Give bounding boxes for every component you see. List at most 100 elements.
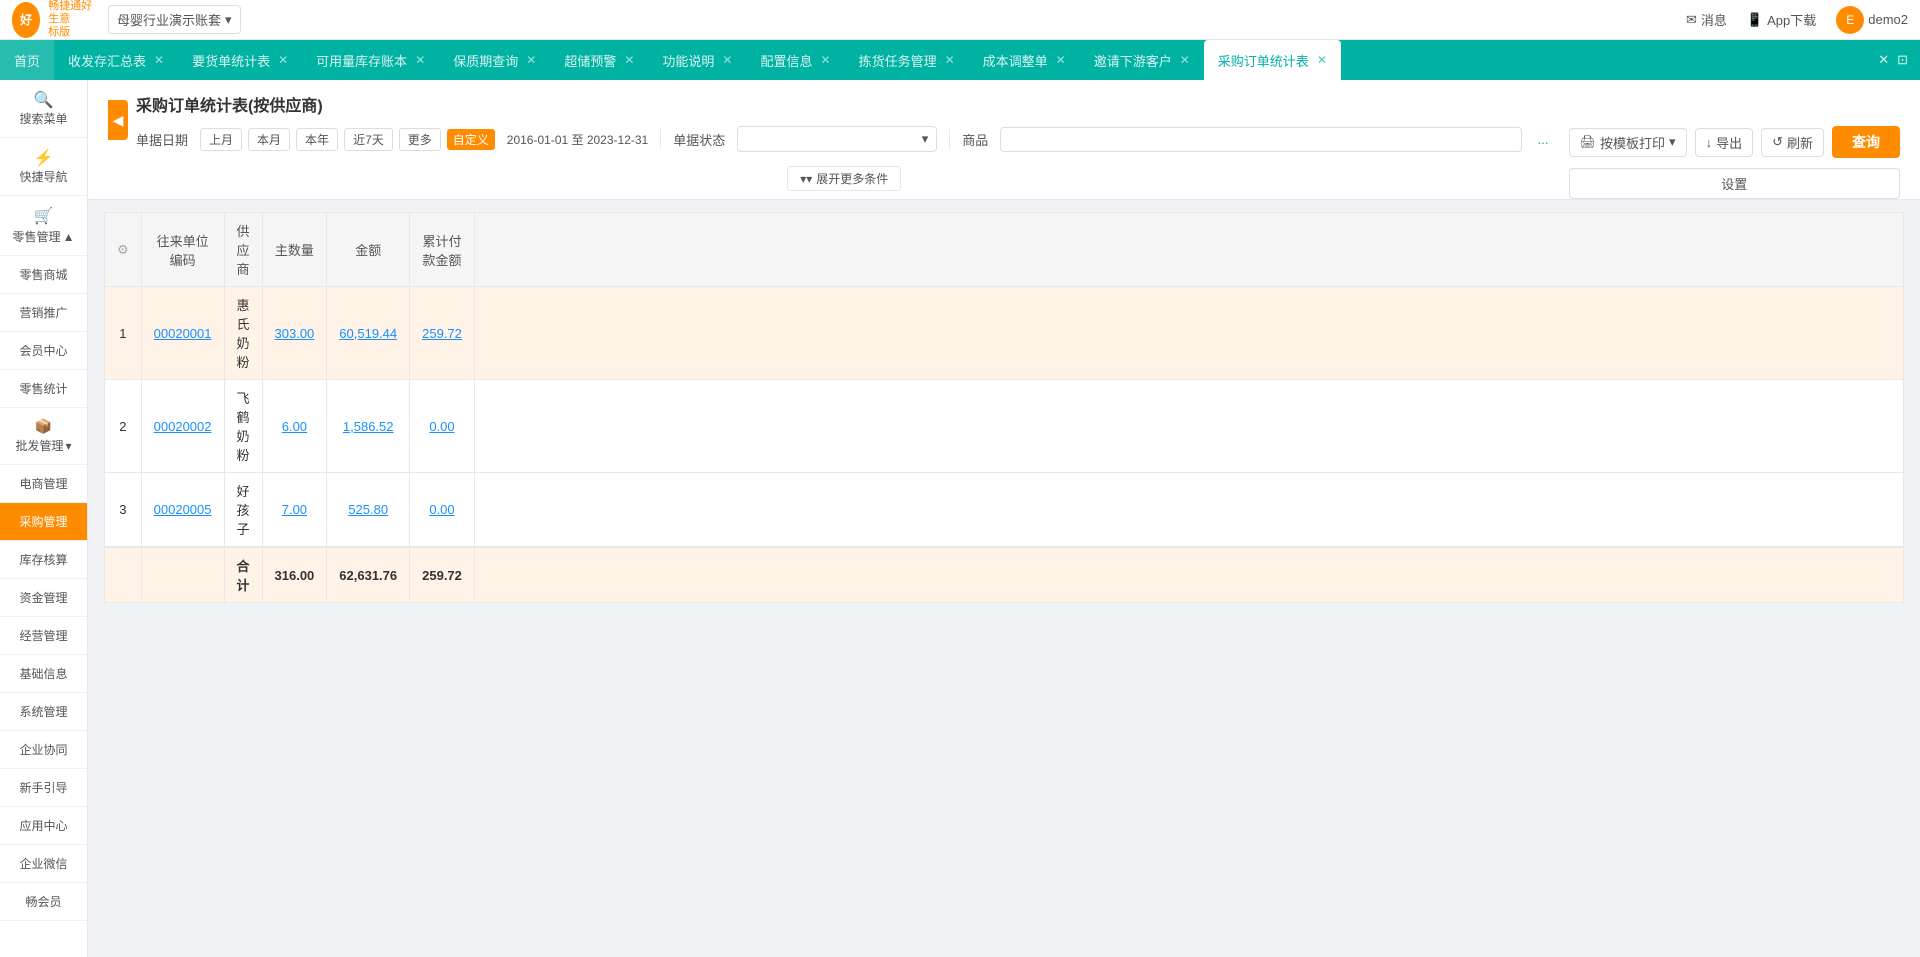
table-col-empty xyxy=(474,213,1903,287)
close-icon[interactable]: ✕ xyxy=(821,53,831,67)
chevron-down-icon: ▾ xyxy=(1669,134,1676,150)
sidebar-item-retail[interactable]: 🛒 零售管理 ▲ xyxy=(0,196,87,256)
sidebar-item-base-info[interactable]: 基础信息 xyxy=(0,655,87,693)
close-icon[interactable]: ✕ xyxy=(415,53,425,67)
row-amount[interactable]: 1,586.52 xyxy=(327,380,410,473)
close-icon[interactable]: ✕ xyxy=(722,53,732,67)
tab-goods-stats[interactable]: 要货单统计表 ✕ xyxy=(178,40,302,80)
row-code[interactable]: 00020005 xyxy=(141,473,224,548)
user-profile[interactable]: E demo2 xyxy=(1836,6,1908,34)
tab-expiry-query[interactable]: 保质期查询 ✕ xyxy=(439,40,550,80)
sidebar-item-search[interactable]: 🔍 搜索菜单 xyxy=(0,80,87,138)
tab-overstock-alert[interactable]: 超储预警 ✕ xyxy=(550,40,648,80)
sidebar-item-member[interactable]: 会员中心 xyxy=(0,332,87,370)
footer-qty: 316.00 xyxy=(262,547,327,603)
page-title: 采购订单统计表(按供应商) xyxy=(136,92,1900,116)
sidebar-item-retail-stats[interactable]: 零售统计 xyxy=(0,370,87,408)
logo-text: 畅捷通好生意 标版 xyxy=(48,0,100,39)
sidebar-item-inventory[interactable]: 库存核算 xyxy=(0,541,87,579)
tab-available-stock[interactable]: 可用量库存账本 ✕ xyxy=(302,40,439,80)
sidebar-item-finance[interactable]: 资金管理 xyxy=(0,579,87,617)
row-amount[interactable]: 525.80 xyxy=(327,473,410,548)
close-all-icon[interactable]: ✕ xyxy=(1878,52,1889,68)
close-icon[interactable]: ✕ xyxy=(624,53,634,67)
row-paid[interactable]: 0.00 xyxy=(410,473,475,548)
chevron-down-icon: ▾ xyxy=(922,131,929,147)
footer-paid: 259.72 xyxy=(410,547,475,603)
export-icon: ↓ xyxy=(1706,135,1713,150)
workspace-selector[interactable]: 母婴行业演示账套 ▾ xyxy=(108,5,241,34)
status-select[interactable]: ▾ xyxy=(737,126,937,152)
logo-area: 好 畅捷通好生意 标版 xyxy=(12,0,100,39)
close-icon[interactable]: ✕ xyxy=(1056,53,1066,67)
sidebar-item-purchase[interactable]: 采购管理 xyxy=(0,503,87,541)
date-btn-more[interactable]: 更多 xyxy=(399,128,441,151)
sidebar-item-quick-nav[interactable]: ⚡ 快捷导航 xyxy=(0,138,87,196)
table-col-amount: 金额 xyxy=(327,213,410,287)
table-row: 1 00020001 惠氏奶粉 303.00 60,519.44 259.72 xyxy=(105,287,1904,380)
sidebar-item-enterprise[interactable]: 企业协同 xyxy=(0,731,87,769)
maximize-icon[interactable]: ⊡ xyxy=(1897,52,1908,68)
expand-conditions-btn[interactable]: ▾▾ 展开更多条件 xyxy=(787,166,901,191)
tab-cost-adjust[interactable]: 成本调整单 ✕ xyxy=(969,40,1080,80)
sidebar-item-wholesale[interactable]: 📦 批发管理 ▾ xyxy=(0,408,87,465)
sidebar-item-marketing[interactable]: 营销推广 xyxy=(0,294,87,332)
more-options-btn[interactable]: ... xyxy=(1534,130,1553,149)
goods-search-field[interactable] xyxy=(1009,132,1512,147)
date-btn-this-year[interactable]: 本年 xyxy=(296,128,338,151)
close-icon[interactable]: ✕ xyxy=(154,53,164,67)
row-amount[interactable]: 60,519.44 xyxy=(327,287,410,380)
sidebar-item-retail-shop[interactable]: 零售商城 xyxy=(0,256,87,294)
close-icon[interactable]: ✕ xyxy=(278,53,288,67)
tab-function-desc[interactable]: 功能说明 ✕ xyxy=(648,40,746,80)
row-no: 3 xyxy=(105,473,142,548)
sidebar-item-operations[interactable]: 经营管理 xyxy=(0,617,87,655)
app-download-btn[interactable]: 📱 App下载 xyxy=(1747,10,1816,29)
page-header: ◀ 采购订单统计表(按供应商) 单据日期 上月 本月 xyxy=(88,80,1920,200)
tab-receive-summary[interactable]: 收发存汇总表 ✕ xyxy=(54,40,178,80)
row-qty[interactable]: 303.00 xyxy=(262,287,327,380)
close-icon[interactable]: ✕ xyxy=(1180,53,1190,67)
top-bar: 好 畅捷通好生意 标版 母婴行业演示账套 ▾ ✉ 消息 📱 App下载 E de… xyxy=(0,0,1920,40)
tab-config-info[interactable]: 配置信息 ✕ xyxy=(746,40,844,80)
collapse-panel-btn[interactable]: ◀ xyxy=(108,100,128,140)
tab-purchase-stats[interactable]: 采购订单统计表 ✕ xyxy=(1204,40,1341,80)
tab-home[interactable]: 首页 xyxy=(0,40,54,80)
tab-invite-downstream[interactable]: 邀请下游客户 ✕ xyxy=(1080,40,1204,80)
refresh-icon: ↺ xyxy=(1772,134,1783,150)
sidebar-item-app-center[interactable]: 应用中心 xyxy=(0,807,87,845)
close-icon[interactable]: ✕ xyxy=(526,53,536,67)
sidebar-item-new-guide[interactable]: 新手引导 xyxy=(0,769,87,807)
message-btn[interactable]: ✉ 消息 xyxy=(1686,10,1727,29)
tab-pick-task[interactable]: 拣货任务管理 ✕ xyxy=(845,40,969,80)
row-code[interactable]: 00020001 xyxy=(141,287,224,380)
query-btn[interactable]: 查询 xyxy=(1832,126,1900,158)
close-icon[interactable]: ✕ xyxy=(945,53,955,67)
sidebar-item-enterprise-wx[interactable]: 企业微信 xyxy=(0,845,87,883)
row-paid[interactable]: 259.72 xyxy=(410,287,475,380)
column-settings-icon[interactable]: ⚙ xyxy=(117,242,129,257)
custom-date-tag: 自定义 xyxy=(447,129,495,150)
sidebar-item-member2[interactable]: 畅会员 xyxy=(0,883,87,921)
footer-amount: 62,631.76 xyxy=(327,547,410,603)
row-qty[interactable]: 6.00 xyxy=(262,380,327,473)
settings-btn[interactable]: 设置 xyxy=(1569,168,1901,199)
row-paid[interactable]: 0.00 xyxy=(410,380,475,473)
filter-row-date: 单据日期 上月 本月 本年 近7天 更多 自定义 2016-01-01 至 20… xyxy=(136,126,1553,152)
export-btn[interactable]: ↓ 导出 xyxy=(1695,128,1754,157)
close-icon[interactable]: ✕ xyxy=(1317,53,1327,67)
sidebar-item-ecommerce[interactable]: 电商管理 xyxy=(0,465,87,503)
row-code[interactable]: 00020002 xyxy=(141,380,224,473)
sidebar-item-sys-manage[interactable]: 系统管理 xyxy=(0,693,87,731)
table-header-row: ⚙ 往来单位编码 供应商 主数量 金额 累计付款金额 xyxy=(105,213,1904,287)
footer-label: 合计 xyxy=(224,547,262,603)
date-btn-last-month[interactable]: 上月 xyxy=(200,128,242,151)
refresh-btn[interactable]: ↺ 刷新 xyxy=(1761,128,1824,157)
date-btn-7days[interactable]: 近7天 xyxy=(344,128,393,151)
date-btn-this-month[interactable]: 本月 xyxy=(248,128,290,151)
table-col-settings: ⚙ xyxy=(105,213,142,287)
row-qty[interactable]: 7.00 xyxy=(262,473,327,548)
goods-filter-input[interactable] xyxy=(1000,127,1521,152)
print-btn[interactable]: 🖨 按模板打印 ▾ xyxy=(1569,128,1687,157)
row-no: 1 xyxy=(105,287,142,380)
